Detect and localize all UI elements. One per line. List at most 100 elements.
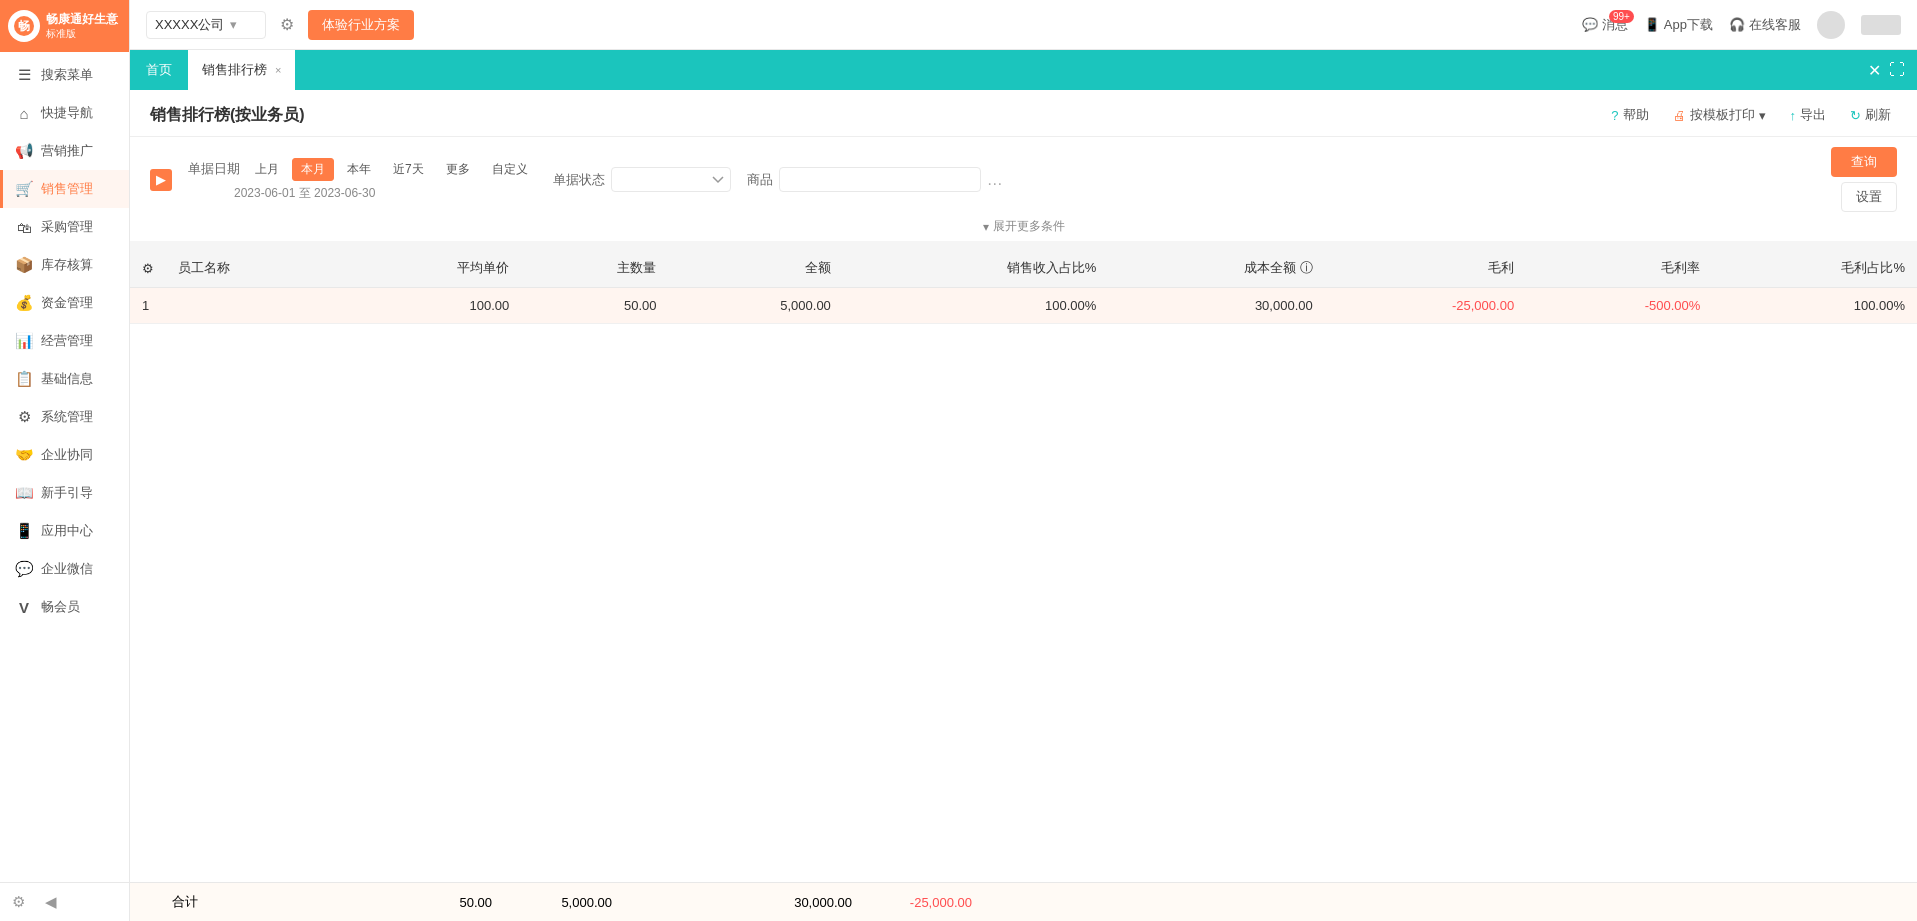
date-tab-custom[interactable]: 自定义 [483, 158, 537, 181]
sidebar-item-label: 快捷导航 [41, 104, 93, 122]
status-select[interactable] [611, 167, 731, 192]
date-tab-7days[interactable]: 近7天 [384, 158, 433, 181]
filter-section: ▶ 单据日期 上月 本月 本年 近7天 更多 自定义 [130, 137, 1917, 241]
sidebar-item-label: 畅会员 [41, 598, 80, 616]
sidebar-item-wechat[interactable]: 💬 企业微信 [0, 550, 129, 588]
sidebar-nav: ☰ 搜索菜单 ⌂ 快捷导航 📢 营销推广 🛒 销售管理 🛍 采购管理 📦 库存核… [0, 52, 129, 882]
th-amount: 全额 [668, 249, 842, 288]
user-name[interactable] [1861, 15, 1901, 35]
company-selector[interactable]: XXXXX公司 ▾ [146, 11, 266, 39]
sidebar-item-apps[interactable]: 📱 应用中心 [0, 512, 129, 550]
logo-text: 畅康通好生意 标准版 [46, 12, 118, 41]
tab-controls: ✕ ⛶ [1856, 61, 1917, 80]
page-title: 销售排行榜(按业务员) [150, 105, 305, 126]
date-filter-group: 单据日期 上月 本月 本年 近7天 更多 自定义 2023-06-01 至 20… [188, 158, 537, 202]
sidebar-item-quicknav[interactable]: ⌂ 快捷导航 [0, 94, 129, 132]
expand-more-button[interactable]: ▾ 展开更多条件 [983, 218, 1065, 235]
app-download-item[interactable]: 📱 App下载 [1644, 16, 1713, 34]
export-icon: ↑ [1790, 108, 1797, 123]
tab-sales-ranking[interactable]: 销售排行榜 × [188, 50, 295, 90]
refresh-button[interactable]: ↻ 刷新 [1844, 102, 1897, 128]
data-table: ⚙ 员工名称 平均单价 主数量 全额 销售收入占比% 成本全额 ⓘ 毛利 毛利率… [130, 249, 1917, 324]
app-download-label: App下载 [1664, 16, 1713, 34]
tab-home[interactable]: 首页 [130, 50, 188, 90]
table-head: ⚙ 员工名称 平均单价 主数量 全额 销售收入占比% 成本全额 ⓘ 毛利 毛利率… [130, 249, 1917, 288]
goods-filter-label: 商品 [747, 171, 773, 189]
sales-icon: 🛒 [15, 180, 33, 198]
inventory-icon: 📦 [15, 256, 33, 274]
sidebar-item-collab[interactable]: 🤝 企业协同 [0, 436, 129, 474]
filter-row: ▶ 单据日期 上月 本月 本年 近7天 更多 自定义 [150, 147, 1897, 212]
message-badge: 99+ [1609, 10, 1634, 23]
settings-bottom-icon[interactable]: ⚙ [12, 893, 25, 911]
filter-collapse-icon: ▶ [156, 172, 166, 187]
goods-filter-group: 商品 … [747, 167, 1003, 192]
date-tab-last-month[interactable]: 上月 [246, 158, 288, 181]
sidebar-item-inventory[interactable]: 📦 库存核算 [0, 246, 129, 284]
footer-qty: 50.00 [392, 895, 492, 910]
sidebar-item-basic-info[interactable]: 📋 基础信息 [0, 360, 129, 398]
date-tab-this-year[interactable]: 本年 [338, 158, 380, 181]
main-content: XXXXX公司 ▾ ⚙ 体验行业方案 💬 消息 99+ 📱 App下载 🎧 在线… [130, 0, 1917, 921]
trial-button[interactable]: 体验行业方案 [308, 10, 414, 40]
footer-cost: 30,000.00 [732, 895, 852, 910]
sidebar-item-operations[interactable]: 📊 经营管理 [0, 322, 129, 360]
expand-more-container: ▾ 展开更多条件 [150, 212, 1897, 241]
purchase-icon: 🛍 [15, 219, 33, 236]
tab-close-icon[interactable]: × [275, 64, 281, 76]
sidebar-item-purchase[interactable]: 🛍 采购管理 [0, 208, 129, 246]
query-button[interactable]: 查询 [1831, 147, 1897, 177]
online-service-item[interactable]: 🎧 在线客服 [1729, 16, 1801, 34]
tab-home-label: 首页 [146, 61, 172, 79]
marketing-icon: 📢 [15, 142, 33, 160]
operations-icon: 📊 [15, 332, 33, 350]
message-icon: 💬 [1582, 17, 1598, 32]
sidebar-item-search[interactable]: ☰ 搜索菜单 [0, 56, 129, 94]
help-button[interactable]: ? 帮助 [1605, 102, 1654, 128]
footer-label: 合计 [172, 893, 292, 911]
collapse-icon[interactable]: ◀ [45, 893, 57, 911]
td-revenue-pct: 100.00% [843, 288, 1108, 324]
sidebar-item-label: 应用中心 [41, 522, 93, 540]
sidebar-item-label: 系统管理 [41, 408, 93, 426]
settings-button[interactable]: 设置 [1841, 182, 1897, 212]
table-body: 1 100.00 50.00 5,000.00 [130, 288, 1917, 324]
export-label: 导出 [1800, 106, 1826, 124]
apps-icon: 📱 [15, 522, 33, 540]
tab-label: 销售排行榜 [202, 61, 267, 79]
tab-close-window-icon[interactable]: ✕ [1868, 61, 1881, 80]
date-tab-this-month[interactable]: 本月 [292, 158, 334, 181]
collab-icon: 🤝 [15, 446, 33, 464]
tab-maximize-icon[interactable]: ⛶ [1889, 61, 1905, 79]
print-button[interactable]: 🖨 按模板打印 ▾ [1667, 102, 1772, 128]
filter-collapse-btn[interactable]: ▶ [150, 169, 172, 191]
status-filter-group: 单据状态 [553, 167, 731, 192]
sidebar-item-sales[interactable]: 🛒 销售管理 [0, 170, 129, 208]
th-settings[interactable]: ⚙ [130, 249, 166, 288]
th-name: 员工名称 [166, 249, 344, 288]
gear-button[interactable]: ⚙ [276, 11, 298, 38]
export-button[interactable]: ↑ 导出 [1784, 102, 1833, 128]
goods-more-icon[interactable]: … [987, 171, 1003, 189]
sidebar-item-marketing[interactable]: 📢 营销推广 [0, 132, 129, 170]
goods-input[interactable] [779, 167, 981, 192]
finance-icon: 💰 [15, 294, 33, 312]
sidebar-item-guide[interactable]: 📖 新手引导 [0, 474, 129, 512]
basic-info-icon: 📋 [15, 370, 33, 388]
message-item[interactable]: 💬 消息 99+ [1582, 16, 1628, 34]
sidebar-item-system[interactable]: ⚙ 系统管理 [0, 398, 129, 436]
refresh-label: 刷新 [1865, 106, 1891, 124]
date-filter-label: 单据日期 [188, 160, 240, 178]
sidebar-item-member[interactable]: V 畅会员 [0, 588, 129, 626]
print-chevron-icon: ▾ [1759, 108, 1766, 123]
avatar[interactable] [1817, 11, 1845, 39]
system-icon: ⚙ [15, 408, 33, 426]
th-revenue-pct: 销售收入占比% [843, 249, 1108, 288]
table-header-row: ⚙ 员工名称 平均单价 主数量 全额 销售收入占比% 成本全额 ⓘ 毛利 毛利率… [130, 249, 1917, 288]
online-service-label: 在线客服 [1749, 16, 1801, 34]
brand-icon: 畅 [13, 15, 35, 37]
th-profit-pct: 毛利占比% [1712, 249, 1917, 288]
date-tab-more[interactable]: 更多 [437, 158, 479, 181]
sidebar-item-finance[interactable]: 💰 资金管理 [0, 284, 129, 322]
footer-amount: 5,000.00 [492, 895, 612, 910]
